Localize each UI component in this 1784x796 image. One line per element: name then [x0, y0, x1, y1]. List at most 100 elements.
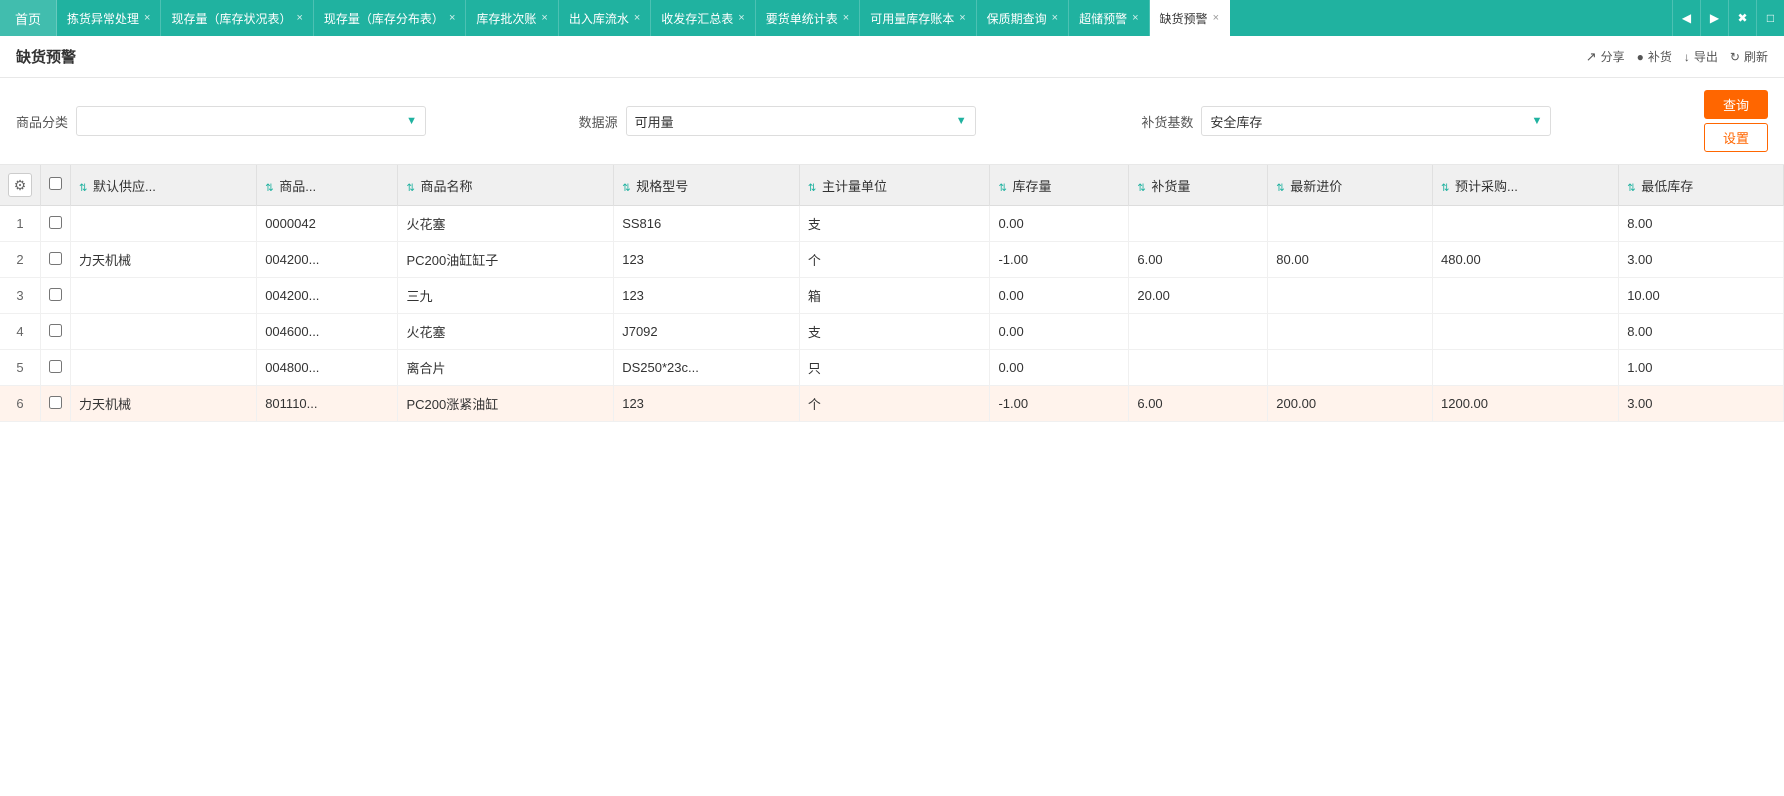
tab-inventory-status[interactable]: 现存量（库存状况表） × [161, 0, 313, 36]
row-min-stock: 1.00 [1619, 350, 1784, 386]
tab-next-button[interactable]: ▶ [1700, 0, 1728, 36]
replenish-base-select[interactable]: 安全库存 ▼ [1201, 106, 1551, 136]
data-table: ⚙ ⇅ 默认供应... ⇅ 商品... ⇅ 商品名称 [0, 165, 1784, 422]
row-checkbox[interactable] [49, 324, 62, 337]
tab-shortage[interactable]: 缺货预警 × [1150, 0, 1230, 36]
min-stock-column-header[interactable]: ⇅ 最低库存 [1619, 165, 1784, 206]
row-stock: -1.00 [990, 386, 1129, 422]
select-all-checkbox[interactable] [49, 177, 62, 190]
tab-close-order-stats[interactable]: × [843, 12, 849, 24]
filter-group-category: 商品分类 ▼ [16, 106, 559, 136]
tab-close-expiry[interactable]: × [1052, 12, 1058, 24]
row-latest-price [1268, 278, 1433, 314]
tab-close-abnormal[interactable]: × [144, 12, 150, 24]
spec-column-header[interactable]: ⇅ 规格型号 [614, 165, 800, 206]
row-est-purchase [1433, 314, 1619, 350]
tab-expiry[interactable]: 保质期查询 × [977, 0, 1069, 36]
tab-prev-button[interactable]: ◀ [1672, 0, 1700, 36]
category-chevron-icon: ▼ [406, 115, 417, 127]
row-number: 6 [0, 386, 41, 422]
row-replenish [1129, 206, 1268, 242]
tab-abnormal[interactable]: 拣货异常处理 × [57, 0, 161, 36]
row-checkbox-cell [41, 278, 71, 314]
row-spec: 123 [614, 242, 800, 278]
query-button[interactable]: 查询 [1704, 90, 1768, 119]
settings-button[interactable]: 设置 [1704, 123, 1768, 152]
row-est-purchase [1433, 350, 1619, 386]
tab-batch[interactable]: 库存批次账 × [466, 0, 558, 36]
code-sort-icon: ⇅ [265, 183, 273, 194]
export-button[interactable]: ↓ 导出 [1684, 48, 1718, 65]
tab-overstock[interactable]: 超储预警 × [1069, 0, 1149, 36]
row-supplier: 力天机械 [71, 386, 257, 422]
spec-sort-icon: ⇅ [622, 183, 630, 194]
tab-close-inout-flow[interactable]: × [634, 12, 640, 24]
gear-settings-button[interactable]: ⚙ [8, 173, 32, 197]
replenish-button[interactable]: ● 补货 [1637, 48, 1672, 65]
supplier-sort-icon: ⇅ [79, 183, 87, 194]
supplier-column-header[interactable]: ⇅ 默认供应... [71, 165, 257, 206]
row-spec: 123 [614, 278, 800, 314]
tab-home[interactable]: 首页 [0, 0, 57, 36]
row-latest-price [1268, 350, 1433, 386]
row-supplier [71, 350, 257, 386]
row-checkbox-cell [41, 314, 71, 350]
datasource-select[interactable]: 可用量 ▼ [626, 106, 976, 136]
row-checkbox-cell [41, 206, 71, 242]
gear-column-header: ⚙ [0, 165, 41, 206]
replenish-column-header[interactable]: ⇅ 补货量 [1129, 165, 1268, 206]
table-header-row: ⚙ ⇅ 默认供应... ⇅ 商品... ⇅ 商品名称 [0, 165, 1784, 206]
row-name: PC200涨紧油缸 [398, 386, 614, 422]
tab-inventory-dist[interactable]: 现存量（库存分布表） × [314, 0, 466, 36]
row-checkbox[interactable] [49, 252, 62, 265]
datasource-value: 可用量 [635, 112, 956, 131]
tab-close-overstock[interactable]: × [1132, 12, 1138, 24]
tab-close-inventory-dist[interactable]: × [449, 12, 455, 24]
tab-available-ledger[interactable]: 可用量库存账本 × [860, 0, 976, 36]
row-name: 火花塞 [398, 314, 614, 350]
row-supplier [71, 314, 257, 350]
table-row: 6 力天机械 801110... PC200涨紧油缸 123 个 -1.00 6… [0, 386, 1784, 422]
name-column-header[interactable]: ⇅ 商品名称 [398, 165, 614, 206]
tab-inout-flow[interactable]: 出入库流水 × [559, 0, 651, 36]
row-number: 3 [0, 278, 41, 314]
row-checkbox[interactable] [49, 216, 62, 229]
row-number: 2 [0, 242, 41, 278]
row-code: 0000042 [257, 206, 398, 242]
row-checkbox[interactable] [49, 396, 62, 409]
tab-close-batch[interactable]: × [541, 12, 547, 24]
latest-price-column-header[interactable]: ⇅ 最新进价 [1268, 165, 1433, 206]
row-code: 004800... [257, 350, 398, 386]
row-number: 5 [0, 350, 41, 386]
tab-receive-summary[interactable]: 收发存汇总表 × [651, 0, 755, 36]
category-select[interactable]: ▼ [76, 106, 426, 136]
row-checkbox-cell [41, 386, 71, 422]
row-checkbox[interactable] [49, 360, 62, 373]
tab-close-receive-summary[interactable]: × [738, 12, 744, 24]
refresh-button[interactable]: ↻ 刷新 [1730, 48, 1768, 65]
stock-column-header[interactable]: ⇅ 库存量 [990, 165, 1129, 206]
row-unit: 个 [799, 242, 990, 278]
tab-order-stats[interactable]: 要货单统计表 × [756, 0, 860, 36]
row-est-purchase [1433, 206, 1619, 242]
tab-close-shortage[interactable]: × [1213, 12, 1219, 24]
row-number: 4 [0, 314, 41, 350]
row-name: 三九 [398, 278, 614, 314]
main-area: 缺货预警 ↗ 分享 ● 补货 ↓ 导出 ↻ 刷新 商品分类 [0, 36, 1784, 796]
row-checkbox[interactable] [49, 288, 62, 301]
est-purchase-column-header[interactable]: ⇅ 预计采购... [1433, 165, 1619, 206]
tab-close-all-button[interactable]: ✖ [1728, 0, 1756, 36]
min-stock-sort-icon: ⇅ [1627, 183, 1635, 194]
tab-expand-button[interactable]: □ [1756, 0, 1784, 36]
tab-close-available-ledger[interactable]: × [959, 12, 965, 24]
tab-close-inventory-status[interactable]: × [296, 12, 302, 24]
refresh-icon: ↻ [1730, 50, 1740, 64]
export-icon: ↓ [1684, 50, 1690, 64]
code-column-header[interactable]: ⇅ 商品... [257, 165, 398, 206]
table-row: 2 力天机械 004200... PC200油缸缸子 123 个 -1.00 6… [0, 242, 1784, 278]
row-replenish: 6.00 [1129, 386, 1268, 422]
row-code: 801110... [257, 386, 398, 422]
row-checkbox-cell [41, 242, 71, 278]
share-button[interactable]: ↗ 分享 [1586, 48, 1625, 65]
unit-column-header[interactable]: ⇅ 主计量单位 [799, 165, 990, 206]
